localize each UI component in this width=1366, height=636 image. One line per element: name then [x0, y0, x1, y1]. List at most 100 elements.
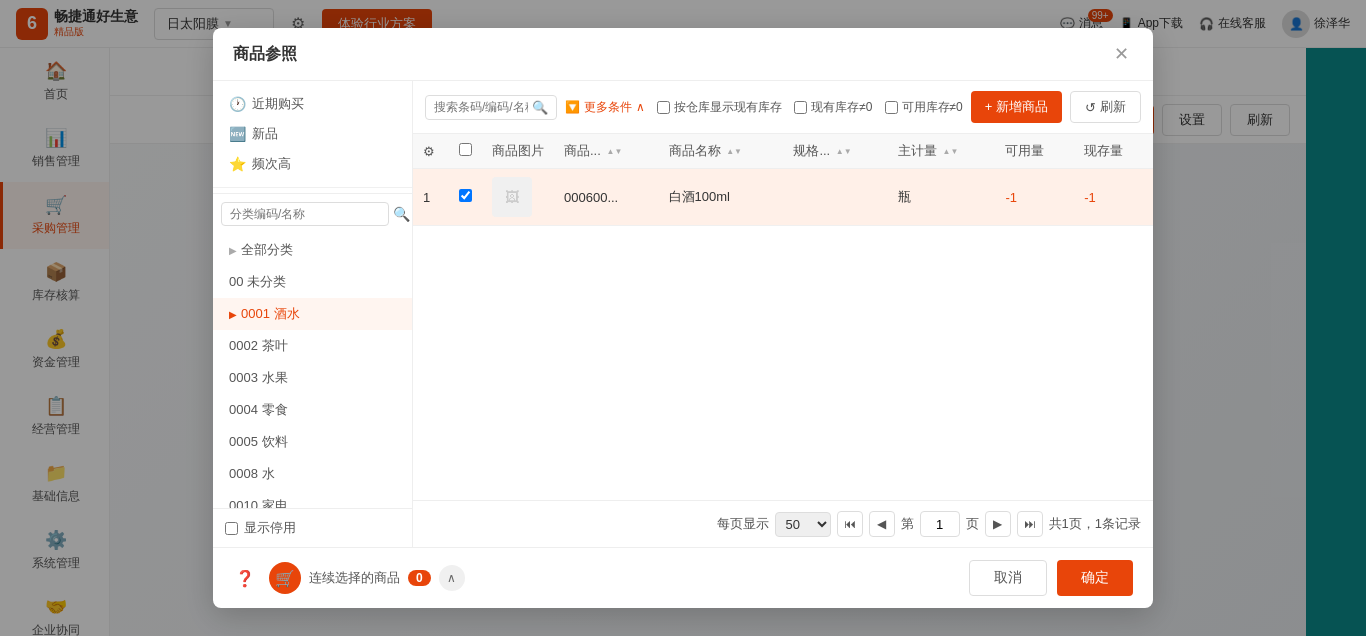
- filter-more-label: 更多条件: [584, 99, 632, 116]
- filter-check-available[interactable]: 可用库存≠0: [885, 99, 963, 116]
- product-search-input[interactable]: [434, 100, 528, 114]
- cart-icon-button[interactable]: 🛒: [269, 562, 301, 594]
- quick-item-new-label: 新品: [252, 125, 278, 143]
- recent-icon: 🕐: [229, 96, 246, 112]
- page-unit: 页: [966, 515, 979, 533]
- row-spec: [783, 169, 888, 226]
- filter-check-stock[interactable]: 现有库存≠0: [794, 99, 872, 116]
- th-name[interactable]: 商品名称 ▲▼: [659, 134, 784, 169]
- category-list: ▶ 全部分类 00 未分类 ▶ 0001 酒水 0002 茶叶 0003 水果: [213, 230, 412, 508]
- quick-item-recent[interactable]: 🕐 近期购买: [221, 89, 404, 119]
- th-code[interactable]: 商品... ▲▼: [554, 134, 659, 169]
- filter-icon: 🔽: [565, 100, 580, 114]
- quick-item-frequent-label: 频次高: [252, 155, 291, 173]
- cancel-button[interactable]: 取消: [969, 560, 1047, 596]
- page-number-input[interactable]: [920, 511, 960, 537]
- page-size-select[interactable]: 50 100 200: [775, 512, 831, 537]
- quick-item-recent-label: 近期购买: [252, 95, 304, 113]
- cat-item-tea[interactable]: 0002 茶叶: [213, 330, 412, 362]
- warehouse-label: 按仓库显示现有库存: [674, 99, 782, 116]
- category-footer: 显示停用: [213, 508, 412, 547]
- select-all-checkbox[interactable]: [459, 143, 472, 156]
- quick-item-frequent[interactable]: ⭐ 频次高: [221, 149, 404, 179]
- available-checkbox[interactable]: [885, 101, 898, 114]
- col-img-label: 商品图片: [492, 143, 544, 158]
- confirm-button[interactable]: 确定: [1057, 560, 1133, 596]
- table-header-row: ⚙ 商品图片 商品... ▲▼: [413, 134, 1153, 169]
- col-available-label: 可用量: [1005, 143, 1044, 158]
- cat-item-appliance[interactable]: 0010 家电: [213, 490, 412, 508]
- cat-tea-label: 0002 茶叶: [229, 337, 288, 355]
- col-code-label: 商品...: [564, 143, 601, 158]
- warehouse-checkbox[interactable]: [657, 101, 670, 114]
- row-checkbox[interactable]: [459, 189, 472, 202]
- th-gear: ⚙: [413, 134, 449, 169]
- cat-item-snack[interactable]: 0004 零食: [213, 394, 412, 426]
- column-settings-icon[interactable]: ⚙: [423, 144, 435, 159]
- filter-more[interactable]: 🔽 更多条件 ∧: [565, 99, 645, 116]
- stock-checkbox[interactable]: [794, 101, 807, 114]
- modal-close-button[interactable]: ✕: [1109, 42, 1133, 66]
- category-search-icon[interactable]: 🔍: [393, 206, 410, 222]
- filter-bar: 🔍 🔽 更多条件 ∧ 按仓库显示现有库存: [413, 81, 1153, 134]
- category-search-input[interactable]: [221, 202, 389, 226]
- cart-count: 0: [408, 570, 431, 586]
- pagination: 每页显示 50 100 200 ⏮ ◀ 第 页 ▶ ⏭ 共1页，1条记录: [413, 500, 1153, 547]
- help-button[interactable]: ❓: [233, 566, 257, 590]
- footer-actions: 取消 确定: [969, 560, 1133, 596]
- filter-check-warehouse[interactable]: 按仓库显示现有库存: [657, 99, 782, 116]
- filter-more-arrow: ∧: [636, 100, 645, 114]
- first-page-button[interactable]: ⏮: [837, 511, 863, 537]
- th-unit[interactable]: 主计量 ▲▼: [888, 134, 995, 169]
- cat-beverage-label: 0005 饮料: [229, 433, 288, 451]
- cat-item-uncat[interactable]: 00 未分类: [213, 266, 412, 298]
- cart-label: 连续选择的商品: [309, 569, 400, 587]
- col-name-label: 商品名称: [669, 143, 721, 158]
- cart-area: 🛒 连续选择的商品 0 ∧: [269, 562, 465, 594]
- col-unit-label: 主计量: [898, 143, 937, 158]
- last-page-button[interactable]: ⏭: [1017, 511, 1043, 537]
- add-product-button[interactable]: + 新增商品: [971, 91, 1062, 123]
- code-sort-icon: ▲▼: [606, 147, 622, 156]
- total-pages-text: 共1页，1条记录: [1049, 515, 1141, 533]
- row-stock: -1: [1074, 169, 1153, 226]
- th-img: 商品图片: [482, 134, 554, 169]
- row-check[interactable]: [449, 169, 482, 226]
- product-search-wrap: 🔍: [425, 95, 557, 120]
- stock-label: 现有库存≠0: [811, 99, 872, 116]
- row-code: 000600...: [554, 169, 659, 226]
- frequent-icon: ⭐: [229, 156, 246, 172]
- prev-page-button[interactable]: ◀: [869, 511, 895, 537]
- product-search-icon[interactable]: 🔍: [532, 100, 548, 115]
- cat-item-water[interactable]: 0008 水: [213, 458, 412, 490]
- page-size-label: 每页显示: [717, 515, 769, 533]
- category-search: 🔍: [213, 194, 412, 230]
- show-disabled-checkbox[interactable]: [225, 522, 238, 535]
- img-placeholder-icon: 🖼: [505, 189, 519, 205]
- cat-fruit-label: 0003 水果: [229, 369, 288, 387]
- row-available: -1: [995, 169, 1074, 226]
- next-page-button[interactable]: ▶: [985, 511, 1011, 537]
- name-sort-icon: ▲▼: [726, 147, 742, 156]
- cat-item-beverage[interactable]: 0005 饮料: [213, 426, 412, 458]
- show-disabled-label[interactable]: 显示停用: [244, 519, 296, 537]
- available-label: 可用库存≠0: [902, 99, 963, 116]
- th-spec[interactable]: 规格... ▲▼: [783, 134, 888, 169]
- refresh-button[interactable]: ↺ 刷新: [1070, 91, 1141, 123]
- modal-overlay: 商品参照 ✕ 🕐 近期购买 🆕 新品 ⭐: [0, 0, 1366, 636]
- modal-body: 🕐 近期购买 🆕 新品 ⭐ 频次高: [213, 81, 1153, 547]
- refresh-label: 刷新: [1100, 98, 1126, 116]
- cart-toggle-button[interactable]: ∧: [439, 565, 465, 591]
- cat-item-liquor[interactable]: ▶ 0001 酒水: [213, 298, 412, 330]
- modal-header: 商品参照 ✕: [213, 28, 1153, 81]
- table-row[interactable]: 1 🖼 000600... 白酒100ml: [413, 169, 1153, 226]
- cat-item-all[interactable]: ▶ 全部分类: [213, 234, 412, 266]
- row-unit: 瓶: [888, 169, 995, 226]
- row-index: 1: [413, 169, 449, 226]
- modal-title: 商品参照: [233, 44, 297, 65]
- cat-water-label: 0008 水: [229, 465, 275, 483]
- row-name: 白酒100ml: [659, 169, 784, 226]
- quick-item-new[interactable]: 🆕 新品: [221, 119, 404, 149]
- cat-item-fruit[interactable]: 0003 水果: [213, 362, 412, 394]
- cat-all-arrow-icon: ▶: [229, 245, 237, 256]
